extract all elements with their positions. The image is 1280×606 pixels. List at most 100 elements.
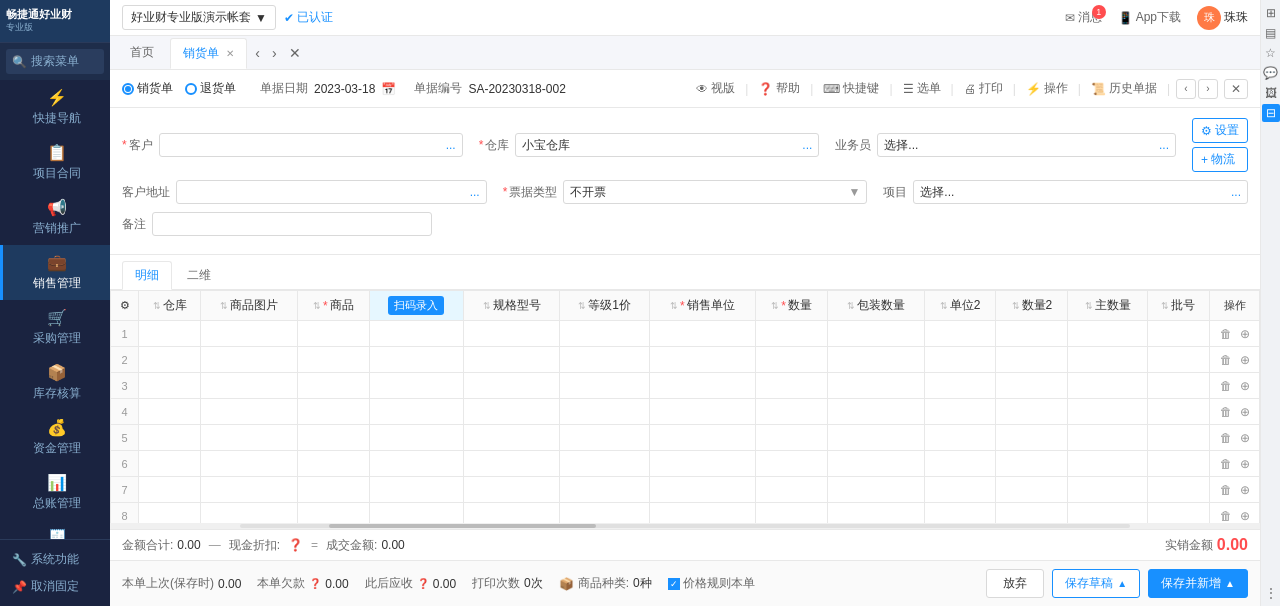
- cell-10[interactable]: [996, 399, 1068, 425]
- cell-1[interactable]: [201, 477, 298, 503]
- cell-10[interactable]: [996, 321, 1068, 347]
- cell-8[interactable]: [827, 399, 924, 425]
- cell-11[interactable]: [1068, 451, 1147, 477]
- cell-11[interactable]: [1068, 347, 1147, 373]
- cell-11[interactable]: [1068, 503, 1147, 524]
- cell-5[interactable]: [560, 399, 649, 425]
- cell-10[interactable]: [996, 347, 1068, 373]
- staff-input[interactable]: 选择... ...: [877, 133, 1176, 157]
- tab-detail[interactable]: 明细: [122, 261, 172, 290]
- cell-3[interactable]: [369, 451, 463, 477]
- cell-11[interactable]: [1068, 425, 1147, 451]
- invoice-select[interactable]: 不开票 ▼: [563, 180, 867, 204]
- calendar-icon[interactable]: 📅: [381, 82, 396, 96]
- search-menu-button[interactable]: 🔍 搜索菜单: [6, 49, 104, 74]
- cell-5[interactable]: [560, 425, 649, 451]
- cell-1[interactable]: [201, 373, 298, 399]
- sidebar-item-accounts[interactable]: 📊 总账管理: [0, 465, 110, 520]
- cell-9[interactable]: [924, 347, 996, 373]
- cell-0[interactable]: [139, 451, 201, 477]
- cell-6[interactable]: [649, 399, 755, 425]
- row-delete-btn[interactable]: 🗑: [1217, 430, 1235, 446]
- tab-home[interactable]: 首页: [118, 38, 166, 67]
- cell-0[interactable]: [139, 477, 201, 503]
- cell-9[interactable]: [924, 373, 996, 399]
- cell-8[interactable]: [827, 451, 924, 477]
- cell-2[interactable]: [297, 373, 369, 399]
- cell-8[interactable]: [827, 347, 924, 373]
- price-check-item[interactable]: 价格规则本单: [668, 575, 755, 592]
- rp-icon-7[interactable]: ⋮: [1262, 584, 1280, 602]
- cell-7[interactable]: [756, 399, 828, 425]
- row-delete-btn[interactable]: 🗑: [1217, 352, 1235, 368]
- cell-7[interactable]: [756, 477, 828, 503]
- price-check-checkbox[interactable]: [668, 578, 680, 590]
- cell-5[interactable]: [560, 477, 649, 503]
- cell-3[interactable]: [369, 503, 463, 524]
- cell-8[interactable]: [827, 503, 924, 524]
- row-delete-btn[interactable]: 🗑: [1217, 508, 1235, 524]
- row-delete-btn[interactable]: 🗑: [1217, 378, 1235, 394]
- cell-10[interactable]: [996, 373, 1068, 399]
- rp-icon-1[interactable]: ⊞: [1262, 4, 1280, 22]
- sidebar-item-quick-nav[interactable]: ⚡ 快捷导航: [0, 80, 110, 135]
- sidebar-item-sales[interactable]: 💼 销售管理: [0, 245, 110, 300]
- addr-dots-btn[interactable]: ...: [470, 185, 480, 199]
- row-copy-btn[interactable]: ⊕: [1237, 430, 1253, 446]
- abandon-btn[interactable]: 放弃: [986, 569, 1044, 598]
- cell-12[interactable]: [1147, 399, 1209, 425]
- row-copy-btn[interactable]: ⊕: [1237, 482, 1253, 498]
- sidebar-item-finance[interactable]: 💰 资金管理: [0, 410, 110, 465]
- cell-2[interactable]: [297, 477, 369, 503]
- cell-9[interactable]: [924, 503, 996, 524]
- cell-6[interactable]: [649, 451, 755, 477]
- cell-10[interactable]: [996, 425, 1068, 451]
- cell-8[interactable]: [827, 477, 924, 503]
- tab-2d[interactable]: 二维: [174, 261, 224, 289]
- cell-2[interactable]: [297, 399, 369, 425]
- save-draft-btn[interactable]: 保存草稿 ▲: [1052, 569, 1140, 598]
- row-copy-btn[interactable]: ⊕: [1237, 378, 1253, 394]
- cell-0[interactable]: [139, 321, 201, 347]
- cell-10[interactable]: [996, 451, 1068, 477]
- cell-6[interactable]: [649, 425, 755, 451]
- save-new-btn[interactable]: 保存并新增 ▲: [1148, 569, 1248, 598]
- cell-2[interactable]: [297, 321, 369, 347]
- cell-5[interactable]: [560, 347, 649, 373]
- row-copy-btn[interactable]: ⊕: [1237, 352, 1253, 368]
- cell-3[interactable]: [369, 399, 463, 425]
- rp-icon-3[interactable]: ☆: [1262, 44, 1280, 62]
- cell-1[interactable]: [201, 425, 298, 451]
- tab-next-btn[interactable]: ›: [268, 43, 281, 63]
- customer-addr-input[interactable]: ...: [176, 180, 487, 204]
- cell-1[interactable]: [201, 347, 298, 373]
- cell-4[interactable]: [463, 451, 560, 477]
- nav-next-btn[interactable]: ›: [1198, 79, 1218, 99]
- rp-icon-2[interactable]: ▤: [1262, 24, 1280, 42]
- toolbar-ops[interactable]: ⚡操作: [1022, 78, 1072, 99]
- cell-0[interactable]: [139, 425, 201, 451]
- tab-close-all-btn[interactable]: ✕: [285, 43, 305, 63]
- customer-input[interactable]: ...: [159, 133, 463, 157]
- cell-4[interactable]: [463, 399, 560, 425]
- warehouse-dots-btn[interactable]: ...: [802, 138, 812, 152]
- cell-9[interactable]: [924, 477, 996, 503]
- cell-4[interactable]: [463, 477, 560, 503]
- cell-7[interactable]: [756, 321, 828, 347]
- cell-10[interactable]: [996, 477, 1068, 503]
- cell-4[interactable]: [463, 347, 560, 373]
- rp-icon-5[interactable]: 🖼: [1262, 84, 1280, 102]
- warehouse-input[interactable]: 小宝仓库 ...: [515, 133, 819, 157]
- cell-4[interactable]: [463, 321, 560, 347]
- cell-11[interactable]: [1068, 399, 1147, 425]
- cell-6[interactable]: [649, 347, 755, 373]
- staff-dots-btn[interactable]: ...: [1159, 138, 1169, 152]
- cell-12[interactable]: [1147, 451, 1209, 477]
- message-button[interactable]: ✉ 1 消息: [1065, 9, 1102, 26]
- user-profile[interactable]: 珠 珠珠: [1197, 6, 1248, 30]
- cell-6[interactable]: [649, 373, 755, 399]
- row-copy-btn[interactable]: ⊕: [1237, 456, 1253, 472]
- cell-1[interactable]: [201, 321, 298, 347]
- cell-6[interactable]: [649, 477, 755, 503]
- cell-3[interactable]: [369, 425, 463, 451]
